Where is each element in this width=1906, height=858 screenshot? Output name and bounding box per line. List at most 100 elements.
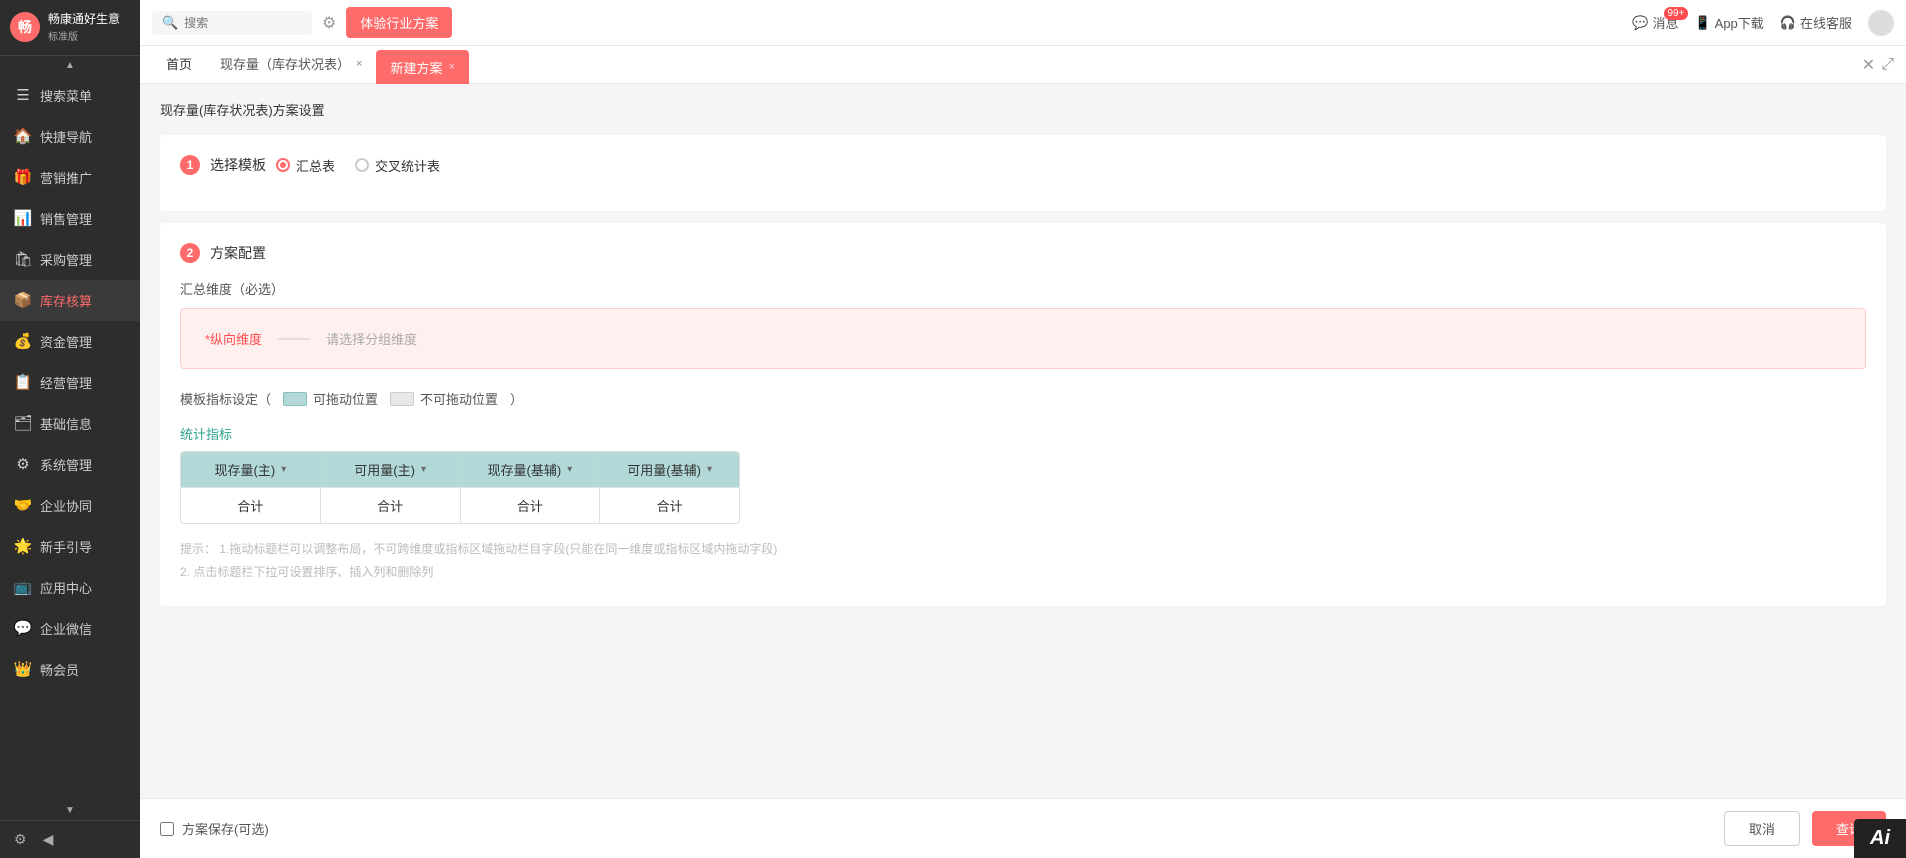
- stats-label: 统计指标: [180, 424, 1866, 443]
- sidebar-item-member[interactable]: 👑 畅会员: [0, 649, 140, 690]
- template-settings-area: 模板指标设定（ 可拖动位置 不可拖动位置 ） 统计指标 现存: [180, 389, 1866, 582]
- sidebar-scroll-up[interactable]: ▲: [0, 56, 140, 75]
- sidebar-item-corp-collab[interactable]: 🤝 企业协同: [0, 485, 140, 526]
- tab-inventory-close[interactable]: ×: [356, 58, 362, 70]
- content-area: 现存量(库存状况表)方案设置 1 选择模板 汇总表 交叉统计表: [140, 84, 1906, 798]
- col-current-main[interactable]: 现存量(主) ▾: [181, 452, 321, 487]
- settings-icon[interactable]: ⚙: [14, 831, 27, 848]
- col-available-main-label: 可用量(主): [354, 460, 415, 479]
- dim-separator: ——: [278, 330, 310, 348]
- tip-1: 2. 点击标题栏下拉可设置排序、插入列和删除列: [180, 563, 1866, 582]
- trial-button[interactable]: 体验行业方案: [346, 7, 452, 38]
- tab-inventory[interactable]: 现存量（库存状况表） ×: [206, 46, 376, 83]
- sidebar-item-label: 新手引导: [40, 537, 92, 556]
- sidebar-item-sales[interactable]: 📊 销售管理: [0, 198, 140, 239]
- save-label: 方案保存(可选): [182, 819, 269, 838]
- user-avatar[interactable]: [1868, 10, 1894, 36]
- section-template: 1 选择模板 汇总表 交叉统计表: [160, 135, 1886, 211]
- sidebar-item-label: 快捷导航: [40, 127, 92, 146]
- sidebar-item-search[interactable]: ☰ 搜索菜单: [0, 75, 140, 116]
- section2-header: 2 方案配置: [180, 243, 1866, 263]
- sidebar-item-label: 系统管理: [40, 455, 92, 474]
- app-download-button[interactable]: 📱 App下载: [1694, 13, 1763, 32]
- col-current-aux-caret: ▾: [567, 464, 572, 475]
- col-current-main-label: 现存量(主): [215, 460, 276, 479]
- col-available-aux[interactable]: 可用量(基辅) ▾: [600, 452, 739, 487]
- close-tab-button[interactable]: ✕: [1862, 55, 1875, 75]
- dimension-section-label: 汇总维度（必选）: [180, 279, 1866, 298]
- save-checkbox[interactable]: [160, 822, 174, 836]
- sidebar-item-label: 采购管理: [40, 250, 92, 269]
- search-icon: 🔍: [162, 15, 178, 31]
- online-service-button[interactable]: 🎧 在线客服: [1780, 13, 1852, 32]
- chart-icon: 📊: [14, 209, 32, 227]
- headset-icon: 🎧: [1780, 15, 1796, 31]
- sidebar-item-system[interactable]: ⚙ 系统管理: [0, 444, 140, 485]
- sidebar-item-operation[interactable]: 📋 经营管理: [0, 362, 140, 403]
- sidebar-item-inventory[interactable]: 📦 库存核算: [0, 280, 140, 321]
- sidebar-item-basic-info[interactable]: 🗂 基础信息: [0, 403, 140, 444]
- sidebar-item-nav[interactable]: 🏠 快捷导航: [0, 116, 140, 157]
- online-service-label: 在线客服: [1800, 13, 1852, 32]
- sidebar-item-guide[interactable]: 🌟 新手引导: [0, 526, 140, 567]
- legend-draggable: 可拖动位置: [283, 389, 378, 408]
- sidebar-item-purchase[interactable]: 🛍 采购管理: [0, 239, 140, 280]
- radio-summary[interactable]: 汇总表: [276, 156, 335, 175]
- app-edition: 标准版: [48, 28, 120, 43]
- box-icon: 📦: [14, 291, 32, 309]
- tab-new-scheme-close[interactable]: ×: [448, 61, 454, 73]
- topbar-right: 💬 消息 99+ 📱 App下载 🎧 在线客服: [1632, 10, 1894, 36]
- save-option: 方案保存(可选): [160, 819, 269, 838]
- sidebar-item-label: 企业微信: [40, 619, 92, 638]
- sidebar-item-label: 搜索菜单: [40, 86, 92, 105]
- search-menu-icon: ☰: [14, 86, 32, 104]
- tab-new-scheme[interactable]: 新建方案 ×: [376, 50, 468, 84]
- dimension-required-area[interactable]: *纵向维度 —— 请选择分组维度: [180, 308, 1866, 369]
- page-title: 现存量(库存状况表)方案设置: [160, 100, 1886, 119]
- expand-tab-button[interactable]: ⤢: [1881, 55, 1894, 75]
- cancel-button[interactable]: 取消: [1724, 811, 1800, 846]
- stats-header-row: 现存量(主) ▾ 可用量(主) ▾ 现存量(基辅) ▾ 可用量(基辅): [181, 452, 739, 487]
- money-icon: 💰: [14, 332, 32, 350]
- sidebar-item-app-center[interactable]: 📺 应用中心: [0, 567, 140, 608]
- section2-num: 2: [180, 243, 200, 263]
- message-button[interactable]: 💬 消息 99+: [1632, 13, 1678, 32]
- radio-cross[interactable]: 交叉统计表: [355, 156, 440, 175]
- col-current-aux-label: 现存量(基辅): [488, 460, 562, 479]
- sidebar-item-corp-wechat[interactable]: 💬 企业微信: [0, 608, 140, 649]
- topbar-gear-icon[interactable]: ⚙: [322, 13, 336, 33]
- sidebar-scroll-down[interactable]: ▼: [0, 801, 140, 820]
- section2-title: 方案配置: [210, 243, 266, 263]
- sidebar-item-label: 经营管理: [40, 373, 92, 392]
- legend-non-draggable: 不可拖动位置: [390, 389, 498, 408]
- tv-icon: 📺: [14, 578, 32, 596]
- search-input[interactable]: [184, 16, 302, 30]
- section1-num: 1: [180, 155, 200, 175]
- ai-badge: Ai: [1854, 819, 1906, 858]
- clipboard-icon: 📋: [14, 373, 32, 391]
- folder-icon: 🗂: [14, 414, 32, 432]
- sidebar-item-marketing[interactable]: 🎁 营销推广: [0, 157, 140, 198]
- search-box[interactable]: 🔍: [152, 11, 312, 35]
- col-available-main[interactable]: 可用量(主) ▾: [321, 452, 461, 487]
- sidebar-item-finance[interactable]: 💰 资金管理: [0, 321, 140, 362]
- dim-field-label: *纵向维度: [205, 329, 262, 348]
- sidebar-item-label: 应用中心: [40, 578, 92, 597]
- legend-draggable-box: [283, 392, 307, 406]
- phone-icon: 📱: [1694, 15, 1710, 31]
- template-settings-row: 模板指标设定（ 可拖动位置 不可拖动位置 ）: [180, 389, 1866, 408]
- topbar: 🔍 ⚙ 体验行业方案 💬 消息 99+ 📱 App下载 🎧 在线客服: [140, 0, 1906, 46]
- sidebar-nav: ☰ 搜索菜单 🏠 快捷导航 🎁 营销推广 📊 销售管理 🛍 采购管理 📦 库存核…: [0, 75, 140, 801]
- message-badge: 99+: [1664, 7, 1689, 20]
- collapse-icon[interactable]: ◀: [43, 831, 54, 848]
- main-area: 🔍 ⚙ 体验行业方案 💬 消息 99+ 📱 App下载 🎧 在线客服: [140, 0, 1906, 858]
- col-available-main-caret: ▾: [421, 464, 426, 475]
- app-download-label: App下载: [1715, 13, 1764, 32]
- legend-draggable-label: 可拖动位置: [313, 389, 378, 408]
- tab-new-scheme-label: 新建方案: [390, 58, 442, 77]
- sidebar-item-label: 畅会员: [40, 660, 79, 679]
- sidebar-item-label: 企业协同: [40, 496, 92, 515]
- tab-home[interactable]: 首页: [152, 46, 206, 83]
- col-current-aux[interactable]: 现存量(基辅) ▾: [461, 452, 601, 487]
- crown-icon: 👑: [14, 660, 32, 678]
